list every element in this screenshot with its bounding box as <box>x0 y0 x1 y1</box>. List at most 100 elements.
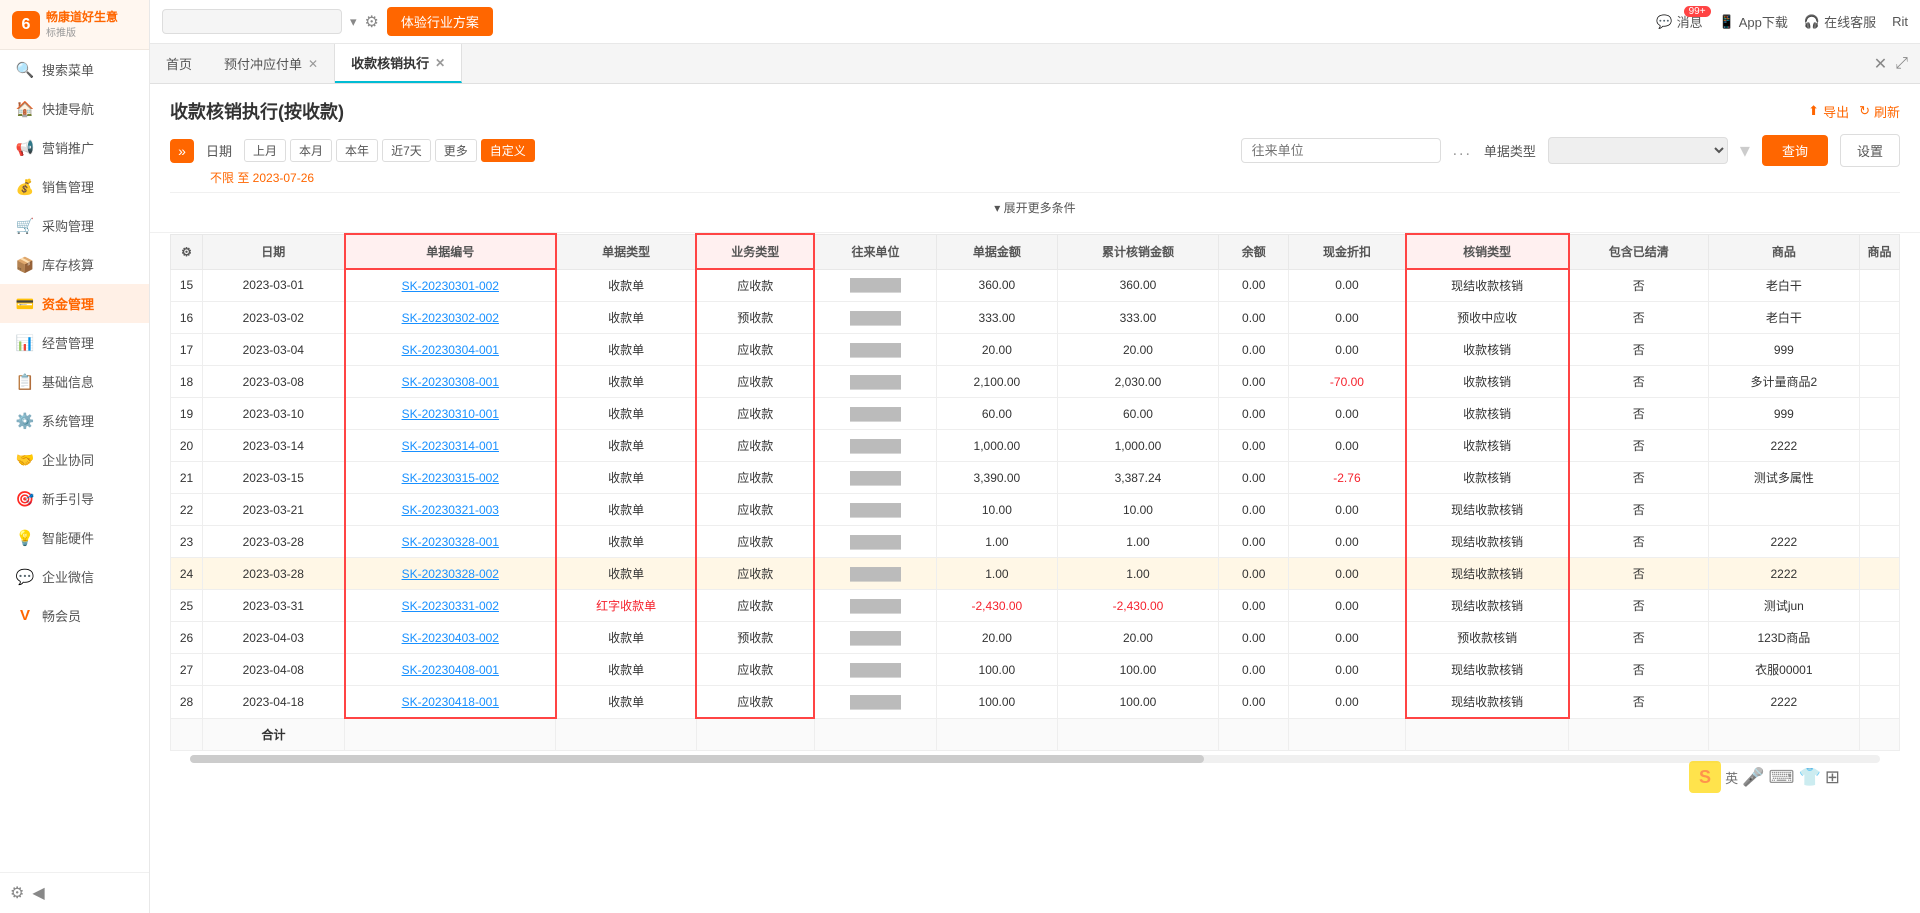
sidebar-item-guide[interactable]: 🎯 新手引导 <box>0 479 149 518</box>
cell-doc-no[interactable]: SK-20230403-002 <box>345 622 556 654</box>
tabbar-expand-icon[interactable]: ⤢ <box>1895 55 1908 73</box>
search-icon: 🔍 <box>16 61 34 79</box>
sidebar-item-hardware[interactable]: 💡 智能硬件 <box>0 518 149 557</box>
cell-cum-amount: 1.00 <box>1057 558 1218 590</box>
date-btn-custom[interactable]: 自定义 <box>481 139 535 162</box>
date-btn-7days[interactable]: 近7天 <box>382 139 431 162</box>
col-header-settings[interactable]: ⚙ <box>171 234 203 269</box>
export-button[interactable]: ⬆ 导出 <box>1808 102 1849 121</box>
cell-no: 24 <box>171 558 203 590</box>
cell-doc-no[interactable]: SK-20230308-001 <box>345 366 556 398</box>
member-icon: V <box>16 607 34 625</box>
tab-prepay-close-icon[interactable]: ✕ <box>308 57 318 71</box>
cell-goods2 <box>1860 526 1900 558</box>
tab-receipt-exec[interactable]: 收款核销执行 ✕ <box>335 44 462 83</box>
sidebar-item-member[interactable]: V 畅会员 <box>0 596 149 635</box>
industry-solution-button[interactable]: 体验行业方案 <box>387 7 493 36</box>
cell-doc-no[interactable]: SK-20230408-001 <box>345 654 556 686</box>
cell-no: 22 <box>171 494 203 526</box>
wechat-icon: 💬 <box>16 568 34 586</box>
cell-goods1: 2222 <box>1708 686 1859 719</box>
message-icon: 💬 <box>1656 14 1672 30</box>
sidebar-item-basic[interactable]: 📋 基础信息 <box>0 362 149 401</box>
cell-balance: 0.00 <box>1219 494 1289 526</box>
receipt-type-select[interactable] <box>1548 137 1728 164</box>
sidebar-item-wechat[interactable]: 💬 企业微信 <box>0 557 149 596</box>
sidebar-item-sales[interactable]: 💰 销售管理 <box>0 167 149 206</box>
cell-doc-no[interactable]: SK-20230314-001 <box>345 430 556 462</box>
partner-input[interactable] <box>1241 138 1441 163</box>
date-btn-last-month[interactable]: 上月 <box>244 139 286 162</box>
col-header-date: 日期 <box>203 234 345 269</box>
scrollbar[interactable] <box>190 755 1880 763</box>
cell-verify-type: 现结收款核销 <box>1406 494 1569 526</box>
filter-toggle-button[interactable]: » <box>170 139 194 163</box>
tab-home[interactable]: 首页 <box>150 44 208 83</box>
date-btn-more[interactable]: 更多 <box>435 139 477 162</box>
topbar-gear-icon[interactable]: ⚙ <box>365 12 379 32</box>
cell-date: 2023-04-18 <box>203 686 345 719</box>
settings-button[interactable]: 设置 <box>1840 134 1900 167</box>
cell-doc-no[interactable]: SK-20230310-001 <box>345 398 556 430</box>
sidebar-item-marketing[interactable]: 📢 营销推广 <box>0 128 149 167</box>
cell-verify-type: 收款核销 <box>1406 462 1569 494</box>
table-wrapper[interactable]: ⚙ 日期 单据编号 单据类型 业务类型 往来单位 单据金额 累计核销金额 余额 … <box>150 233 1920 913</box>
cell-cash-disc: 0.00 <box>1289 526 1406 558</box>
cell-biz-type: 预收款 <box>696 302 814 334</box>
sidebar-item-finance[interactable]: 💳 资金管理 <box>0 284 149 323</box>
sidebar-item-purchase[interactable]: 🛒 采购管理 <box>0 206 149 245</box>
cell-goods1: 999 <box>1708 334 1859 366</box>
cell-doc-no[interactable]: SK-20230321-003 <box>345 494 556 526</box>
more-filters-dots[interactable]: ... <box>1453 142 1472 160</box>
date-btn-this-month[interactable]: 本月 <box>290 139 332 162</box>
sidebar-item-enterprise[interactable]: 🤝 企业协同 <box>0 440 149 479</box>
online-service-button[interactable]: 🎧 在线客服 <box>1804 12 1876 31</box>
cell-doc-no[interactable]: SK-20230328-001 <box>345 526 556 558</box>
logo-icon: 6 <box>12 11 40 39</box>
expand-conditions-button[interactable]: ▾ 展开更多条件 <box>994 199 1075 216</box>
sidebar-item-system[interactable]: ⚙️ 系统管理 <box>0 401 149 440</box>
cell-date: 2023-03-08 <box>203 366 345 398</box>
cell-verify-type: 收款核销 <box>1406 430 1569 462</box>
filter-date-buttons: 上月 本月 本年 近7天 更多 自定义 <box>244 139 535 162</box>
cell-no: 20 <box>171 430 203 462</box>
settings-gear-icon[interactable]: ⚙ <box>10 883 24 903</box>
cell-partner: ██████ <box>814 430 936 462</box>
messages-button[interactable]: 💬 消息 99+ <box>1656 12 1702 31</box>
tab-receipt-exec-close-icon[interactable]: ✕ <box>435 56 445 70</box>
table-row: 152023-03-01SK-20230301-002收款单应收款██████3… <box>171 269 1900 302</box>
sidebar-item-search[interactable]: 🔍 搜索菜单 <box>0 50 149 89</box>
cell-doc-no[interactable]: SK-20230302-002 <box>345 302 556 334</box>
app-download-button[interactable]: 📱 App下载 <box>1719 12 1788 31</box>
collapse-arrow-icon[interactable]: ◀ <box>32 883 44 903</box>
cell-cash-disc: 0.00 <box>1289 622 1406 654</box>
keyboard-icon: ⌨ <box>1769 767 1795 788</box>
topbar-search-input[interactable] <box>162 9 342 34</box>
cell-balance: 0.00 <box>1219 526 1289 558</box>
topbar-chevron-icon[interactable]: ▾ <box>350 14 357 30</box>
refresh-button[interactable]: ↻ 刷新 <box>1859 102 1900 121</box>
table-row: 282023-04-18SK-20230418-001收款单应收款██████1… <box>171 686 1900 719</box>
sidebar-item-operation[interactable]: 📊 经营管理 <box>0 323 149 362</box>
cell-date: 2023-03-10 <box>203 398 345 430</box>
col-header-cum-amount: 累计核销金额 <box>1057 234 1218 269</box>
cell-partner: ██████ <box>814 269 936 302</box>
expand-icon: ▾ <box>994 201 1000 215</box>
query-button[interactable]: 查询 <box>1762 135 1828 166</box>
cell-doc-no[interactable]: SK-20230304-001 <box>345 334 556 366</box>
cell-doc-no[interactable]: SK-20230418-001 <box>345 686 556 719</box>
tabbar-close-icon[interactable]: ✕ <box>1874 54 1887 74</box>
sidebar: 6 畅康道好生意 标推版 🔍 搜索菜单 🏠 快捷导航 📢 营销推广 💰 销售管理… <box>0 0 150 913</box>
cell-biz-type: 应收款 <box>696 334 814 366</box>
table-row: 172023-03-04SK-20230304-001收款单应收款██████2… <box>171 334 1900 366</box>
tab-prepay[interactable]: 预付冲应付单 ✕ <box>208 44 335 83</box>
purchase-icon: 🛒 <box>16 217 34 235</box>
cell-doc-no[interactable]: SK-20230301-002 <box>345 269 556 302</box>
cell-doc-type: 收款单 <box>556 494 696 526</box>
sidebar-item-inventory[interactable]: 📦 库存核算 <box>0 245 149 284</box>
sidebar-item-quick-nav[interactable]: 🏠 快捷导航 <box>0 89 149 128</box>
cell-doc-no[interactable]: SK-20230328-002 <box>345 558 556 590</box>
cell-doc-no[interactable]: SK-20230331-002 <box>345 590 556 622</box>
cell-doc-no[interactable]: SK-20230315-002 <box>345 462 556 494</box>
date-btn-this-year[interactable]: 本年 <box>336 139 378 162</box>
